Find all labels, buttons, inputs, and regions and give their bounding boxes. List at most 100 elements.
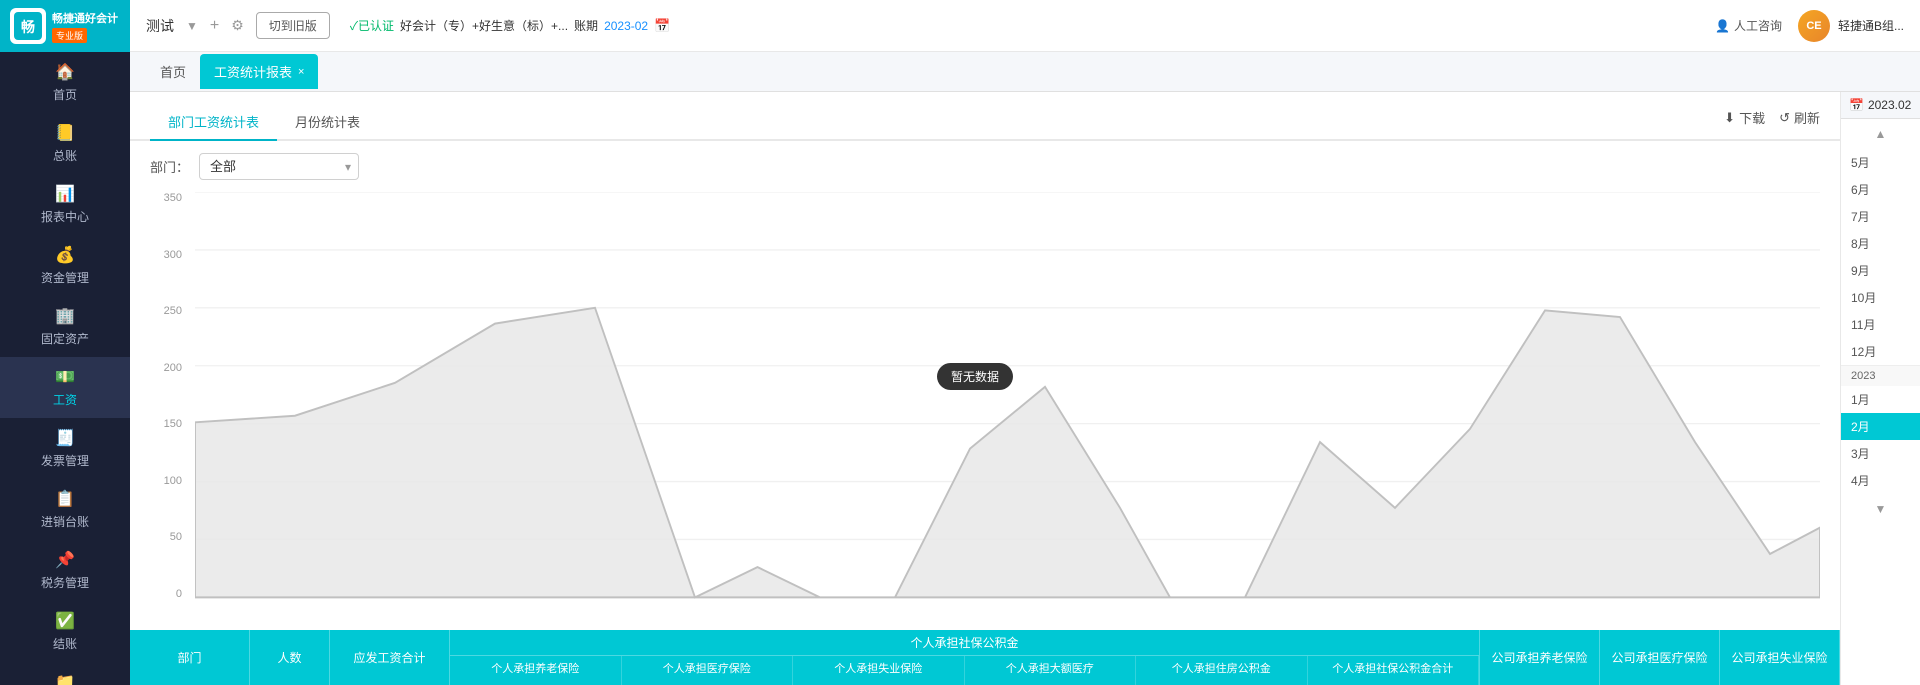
sidebar-item-sales[interactable]: 📋 进销台账	[0, 479, 130, 540]
download-button[interactable]: ⬇ 下载	[1724, 108, 1765, 127]
dept-select[interactable]: 全部 部门1 部门2	[199, 153, 359, 180]
invoice-icon: 🧾	[55, 428, 75, 448]
y-label-250: 250	[164, 305, 182, 317]
archive-icon: 📁	[55, 672, 75, 685]
th-unemployment: 个人承担失业保险	[793, 656, 965, 685]
plan-tags: 好会计（专）+好生意（标）+...	[400, 17, 568, 34]
add-icon[interactable]: +	[210, 17, 219, 35]
month-1[interactable]: 1月	[1841, 386, 1920, 413]
ledger-icon: 📒	[55, 123, 75, 143]
th-corp-unemployment: 公司承担失业保险	[1720, 630, 1840, 685]
th-dept: 部门	[130, 630, 250, 685]
chart-svg	[195, 192, 1820, 600]
month-3[interactable]: 3月	[1841, 440, 1920, 467]
month-11[interactable]: 11月	[1841, 311, 1920, 338]
service-icon: 👤	[1715, 19, 1730, 33]
year-group-2023-lower: 1月 2月 3月 4月	[1841, 386, 1920, 494]
month-5[interactable]: 5月	[1841, 149, 1920, 176]
date-header: 📅 2023.02	[1841, 92, 1920, 119]
table-header: 部门 人数 应发工资合计 个人承担社保公积金 个人承担养老保险	[130, 630, 1840, 685]
refresh-button[interactable]: ↺ 刷新	[1779, 108, 1820, 127]
svg-text:畅: 畅	[21, 19, 35, 35]
dropdown-arrow-icon: ▼	[186, 19, 198, 33]
tab-monthly-salary[interactable]: 月份统计表	[277, 104, 378, 141]
month-6[interactable]: 6月	[1841, 176, 1920, 203]
sidebar-item-tax[interactable]: 📌 税务管理	[0, 540, 130, 601]
th-group-header-personal: 个人承担社保公积金	[450, 630, 1479, 656]
tab-dept-salary[interactable]: 部门工资统计表	[150, 104, 277, 141]
th-group-cells: 个人承担养老保险 个人承担医疗保险 个人承担失业保险 个人承担大额医疗 个人承担	[450, 656, 1479, 685]
salary-icon: 💵	[55, 367, 75, 387]
month-7[interactable]: 7月	[1841, 203, 1920, 230]
month-12[interactable]: 12月	[1841, 338, 1920, 365]
sidebar-item-label: 结账	[53, 635, 77, 652]
year-label-2023: 2023	[1841, 365, 1920, 386]
date-nav-down[interactable]: ▼	[1841, 498, 1920, 520]
content-area: 部门工资统计表 月份统计表 ⬇ 下载 ↺ 刷新	[130, 92, 1920, 685]
reports-icon: 📊	[55, 184, 75, 204]
sidebar-item-ledger[interactable]: 📒 总账	[0, 113, 130, 174]
chart-svg-wrapper: 暂无数据	[195, 192, 1820, 600]
sidebar-item-reports[interactable]: 📊 报表中心	[0, 174, 130, 235]
user-name: 轻捷通B组...	[1838, 17, 1904, 34]
th-medical: 个人承担医疗保险	[622, 656, 794, 685]
th-subtotal: 个人承担社保公积金合计	[1308, 656, 1480, 685]
sidebar-item-label: 工资	[53, 391, 77, 408]
period-label: 账期	[574, 17, 598, 34]
month-9[interactable]: 9月	[1841, 257, 1920, 284]
certified-tag: ✓已认证	[350, 17, 394, 34]
tab-bar: 首页 工资统计报表 ×	[130, 52, 1920, 92]
date-nav-up[interactable]: ▲	[1841, 123, 1920, 145]
logo-text: 畅捷通好会计 专业版	[52, 10, 118, 43]
th-personal-group: 个人承担社保公积金 个人承担养老保险 个人承担医疗保险 个人承担失业保险	[450, 630, 1480, 685]
month-10[interactable]: 10月	[1841, 284, 1920, 311]
switch-version-button[interactable]: 切到旧版	[256, 12, 330, 39]
company-title: 测试	[146, 16, 174, 36]
sidebar-item-label: 进销台账	[41, 513, 89, 530]
month-8[interactable]: 8月	[1841, 230, 1920, 257]
sidebar-item-label: 资金管理	[41, 269, 89, 286]
closing-icon: ✅	[55, 611, 75, 631]
app-logo: 畅 畅捷通好会计 专业版	[0, 0, 130, 52]
th-housing: 个人承担住房公积金	[1136, 656, 1308, 685]
sidebar-item-assets[interactable]: 🏢 固定资产	[0, 296, 130, 357]
content-main: 部门工资统计表 月份统计表 ⬇ 下载 ↺ 刷新	[130, 92, 1840, 685]
assets-icon: 🏢	[55, 306, 75, 326]
sidebar-item-home[interactable]: 🏠 首页	[0, 52, 130, 113]
sidebar-item-archive[interactable]: 📁 归档管理	[0, 662, 130, 685]
period-value: 2023-02	[604, 19, 648, 33]
tab-salary-report[interactable]: 工资统计报表 ×	[200, 54, 318, 89]
calendar-small-icon: 📅	[1849, 98, 1864, 112]
settings-gear-icon[interactable]: ⚙	[231, 17, 244, 34]
topbar-tags: ✓已认证 好会计（专）+好生意（标）+... 账期 2023-02 📅	[350, 17, 670, 34]
tab-close-icon[interactable]: ×	[298, 66, 304, 78]
date-nav: ▲	[1841, 119, 1920, 149]
chart-area: 350 300 250 200 150 100 50 0	[130, 192, 1840, 630]
month-4[interactable]: 4月	[1841, 467, 1920, 494]
y-label-350: 350	[164, 192, 182, 204]
tax-icon: 📌	[55, 550, 75, 570]
funds-icon: 💰	[55, 245, 75, 265]
sidebar-item-label: 税务管理	[41, 574, 89, 591]
service-button[interactable]: 👤 人工咨询	[1715, 17, 1782, 34]
calendar-icon[interactable]: 📅	[654, 18, 670, 34]
chart-container: 350 300 250 200 150 100 50 0	[150, 192, 1820, 630]
home-icon: 🏠	[55, 62, 75, 82]
toolbar: 部门： 全部 部门1 部门2 ▾	[130, 141, 1840, 192]
dept-select-wrapper: 全部 部门1 部门2 ▾	[199, 153, 359, 180]
sub-tabs: 部门工资统计表 月份统计表 ⬇ 下载 ↺ 刷新	[130, 92, 1840, 141]
tab-home[interactable]: 首页	[146, 54, 200, 89]
avatar: CE	[1798, 10, 1830, 42]
sidebar-item-salary[interactable]: 💵 工资	[0, 357, 130, 418]
sidebar-item-closing[interactable]: ✅ 结账	[0, 601, 130, 662]
y-label-200: 200	[164, 362, 182, 374]
sales-icon: 📋	[55, 489, 75, 509]
logo-icon: 畅	[10, 8, 46, 44]
year-group-2023-upper: 5月 6月 7月 8月 9月 10月 11月 12月	[1841, 149, 1920, 365]
month-2-active[interactable]: 2月	[1841, 413, 1920, 440]
sidebar-item-funds[interactable]: 💰 资金管理	[0, 235, 130, 296]
topbar-right: 👤 人工咨询 CE 轻捷通B组...	[1715, 10, 1904, 42]
sidebar-item-invoice[interactable]: 🧾 发票管理	[0, 418, 130, 479]
sidebar-item-label: 发票管理	[41, 452, 89, 469]
y-label-300: 300	[164, 249, 182, 261]
